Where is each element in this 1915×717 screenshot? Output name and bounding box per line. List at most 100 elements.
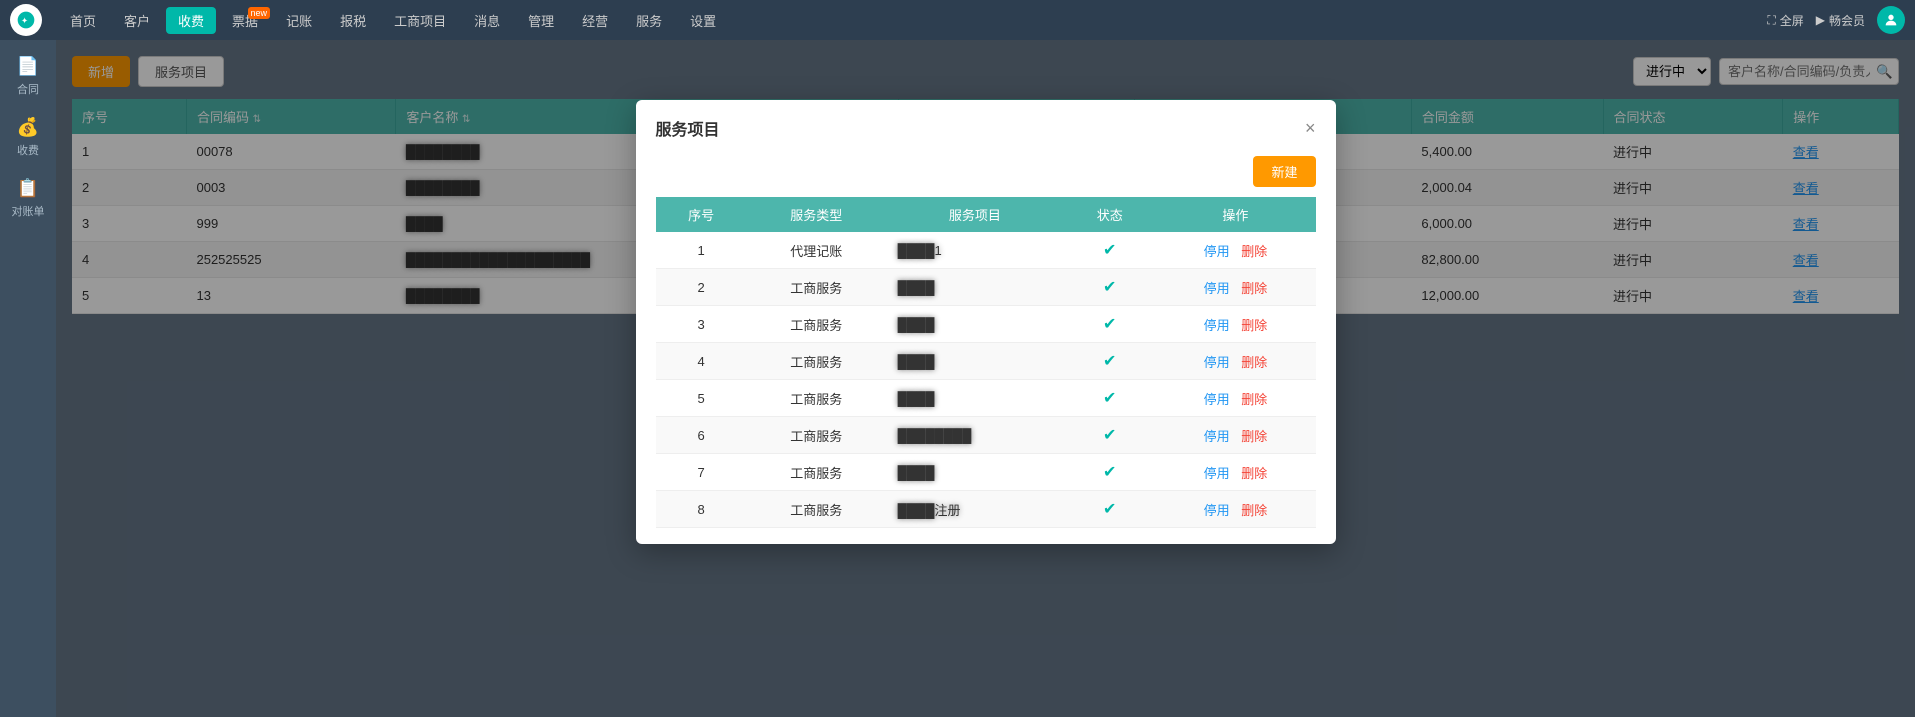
nav-gongshang[interactable]: 工商项目 <box>382 7 458 34</box>
modal-cell-action: 停用 删除 <box>1155 454 1315 491</box>
new-badge: new <box>248 7 271 20</box>
modal-cell-type: 工商服务 <box>747 491 886 528</box>
modal-cell-item: ████ <box>886 269 1064 306</box>
list-item: 1 代理记账 ████1 ✔ 停用 删除 <box>656 232 1316 269</box>
nav-jizhang[interactable]: 记账 <box>274 7 324 34</box>
modal-cell-action: 停用 删除 <box>1155 232 1315 269</box>
fee-icon: 💰 <box>17 117 39 138</box>
nav-shoufei[interactable]: 收费 <box>166 7 216 34</box>
list-item: 8 工商服务 ████注册 ✔ 停用 删除 <box>656 491 1316 528</box>
stop-button[interactable]: 停用 <box>1204 281 1230 296</box>
modal-toolbar: 新建 <box>656 156 1316 187</box>
modal-cell-item: ████ <box>886 454 1064 491</box>
main-layout: 📄 合同 💰 收费 📋 对账单 新增 服务项目 进行中 全部 已完成 已终止 <box>0 40 1915 717</box>
stop-button[interactable]: 停用 <box>1204 429 1230 444</box>
stop-button[interactable]: 停用 <box>1204 503 1230 518</box>
modal-cell-action: 停用 删除 <box>1155 380 1315 417</box>
modal-cell-type: 工商服务 <box>747 380 886 417</box>
delete-button[interactable]: 删除 <box>1241 244 1267 259</box>
statement-icon: 📋 <box>17 178 39 199</box>
modal-cell-item: ████ <box>886 343 1064 380</box>
modal-cell-status: ✔ <box>1064 380 1155 417</box>
nav-customer[interactable]: 客户 <box>112 7 162 34</box>
nav-fuwu[interactable]: 服务 <box>624 7 674 34</box>
nav-baoshui[interactable]: 报税 <box>328 7 378 34</box>
nav-home[interactable]: 首页 <box>58 7 108 34</box>
modal-cell-status: ✔ <box>1064 491 1155 528</box>
modal-table: 序号 服务类型 服务项目 状态 操作 1 代理记账 ████1 ✔ 停用 删除 <box>656 197 1316 528</box>
list-item: 6 工商服务 ████████ ✔ 停用 删除 <box>656 417 1316 454</box>
nav-xiaoxi[interactable]: 消息 <box>462 7 512 34</box>
delete-button[interactable]: 删除 <box>1241 466 1267 481</box>
modal-cell-type: 工商服务 <box>747 343 886 380</box>
modal-close-button[interactable]: × <box>1305 119 1316 137</box>
member-icon: ▶ <box>1816 13 1825 27</box>
app-logo[interactable]: ✦ <box>10 4 42 36</box>
modal-new-button[interactable]: 新建 <box>1253 156 1315 187</box>
modal-header: 服务项目 × <box>636 100 1336 148</box>
delete-button[interactable]: 删除 <box>1241 355 1267 370</box>
delete-button[interactable]: 删除 <box>1241 503 1267 518</box>
modal-col-action: 操作 <box>1155 197 1315 232</box>
list-item: 5 工商服务 ████ ✔ 停用 删除 <box>656 380 1316 417</box>
sidebar-item-duizhangdan[interactable]: 📋 对账单 <box>0 170 56 227</box>
delete-button[interactable]: 删除 <box>1241 281 1267 296</box>
modal-cell-type: 工商服务 <box>747 417 886 454</box>
nav-guanli[interactable]: 管理 <box>516 7 566 34</box>
modal-col-seq: 序号 <box>656 197 747 232</box>
fullscreen-button[interactable]: ⛶ 全屏 <box>1767 12 1803 29</box>
modal-cell-item: ████1 <box>886 232 1064 269</box>
service-item-modal: 服务项目 × 新建 序号 服务类型 服务项目 <box>636 100 1336 544</box>
modal-cell-action: 停用 删除 <box>1155 269 1315 306</box>
modal-cell-status: ✔ <box>1064 343 1155 380</box>
modal-cell-action: 停用 删除 <box>1155 343 1315 380</box>
modal-cell-seq: 1 <box>656 232 747 269</box>
modal-cell-seq: 3 <box>656 306 747 343</box>
modal-cell-status: ✔ <box>1064 454 1155 491</box>
modal-cell-status: ✔ <box>1064 269 1155 306</box>
fullscreen-icon: ⛶ <box>1767 13 1775 28</box>
modal-cell-type: 工商服务 <box>747 454 886 491</box>
modal-col-status: 状态 <box>1064 197 1155 232</box>
modal-body: 新建 序号 服务类型 服务项目 状态 操作 <box>636 148 1336 544</box>
list-item: 4 工商服务 ████ ✔ 停用 删除 <box>656 343 1316 380</box>
stop-button[interactable]: 停用 <box>1204 466 1230 481</box>
modal-cell-type: 代理记账 <box>747 232 886 269</box>
modal-cell-status: ✔ <box>1064 306 1155 343</box>
modal-cell-seq: 8 <box>656 491 747 528</box>
modal-cell-type: 工商服务 <box>747 306 886 343</box>
modal-cell-action: 停用 删除 <box>1155 417 1315 454</box>
modal-col-item: 服务项目 <box>886 197 1064 232</box>
modal-title: 服务项目 <box>656 116 720 140</box>
sidebar-item-hetong[interactable]: 📄 合同 <box>0 48 56 105</box>
modal-overlay[interactable]: 服务项目 × 新建 序号 服务类型 服务项目 <box>56 40 1915 717</box>
left-sidebar: 📄 合同 💰 收费 📋 对账单 <box>0 40 56 717</box>
modal-scroll[interactable]: 序号 服务类型 服务项目 状态 操作 1 代理记账 ████1 ✔ 停用 删除 <box>656 197 1316 528</box>
modal-cell-seq: 5 <box>656 380 747 417</box>
nav-piaoju[interactable]: 票据 new <box>220 7 270 34</box>
delete-button[interactable]: 删除 <box>1241 318 1267 333</box>
nav-items: 首页 客户 收费 票据 new 记账 报税 工商项目 消息 管理 经营 服务 设… <box>58 7 1767 34</box>
avatar[interactable] <box>1877 6 1905 34</box>
modal-cell-seq: 7 <box>656 454 747 491</box>
stop-button[interactable]: 停用 <box>1204 244 1230 259</box>
delete-button[interactable]: 删除 <box>1241 392 1267 407</box>
contract-icon: 📄 <box>17 56 39 77</box>
list-item: 7 工商服务 ████ ✔ 停用 删除 <box>656 454 1316 491</box>
stop-button[interactable]: 停用 <box>1204 392 1230 407</box>
nav-shezhi[interactable]: 设置 <box>678 7 728 34</box>
modal-cell-type: 工商服务 <box>747 269 886 306</box>
delete-button[interactable]: 删除 <box>1241 429 1267 444</box>
stop-button[interactable]: 停用 <box>1204 318 1230 333</box>
right-icons: ⛶ 全屏 ▶ 畅会员 <box>1767 6 1905 34</box>
modal-col-type: 服务类型 <box>747 197 886 232</box>
modal-cell-seq: 2 <box>656 269 747 306</box>
stop-button[interactable]: 停用 <box>1204 355 1230 370</box>
top-nav: ✦ 首页 客户 收费 票据 new 记账 报税 工商项目 消息 管理 经营 服务… <box>0 0 1915 40</box>
member-button[interactable]: ▶ 畅会员 <box>1816 12 1865 29</box>
modal-cell-item: ████████ <box>886 417 1064 454</box>
list-item: 2 工商服务 ████ ✔ 停用 删除 <box>656 269 1316 306</box>
sidebar-item-shoufei[interactable]: 💰 收费 <box>0 109 56 166</box>
nav-jingying[interactable]: 经营 <box>570 7 620 34</box>
modal-cell-status: ✔ <box>1064 417 1155 454</box>
